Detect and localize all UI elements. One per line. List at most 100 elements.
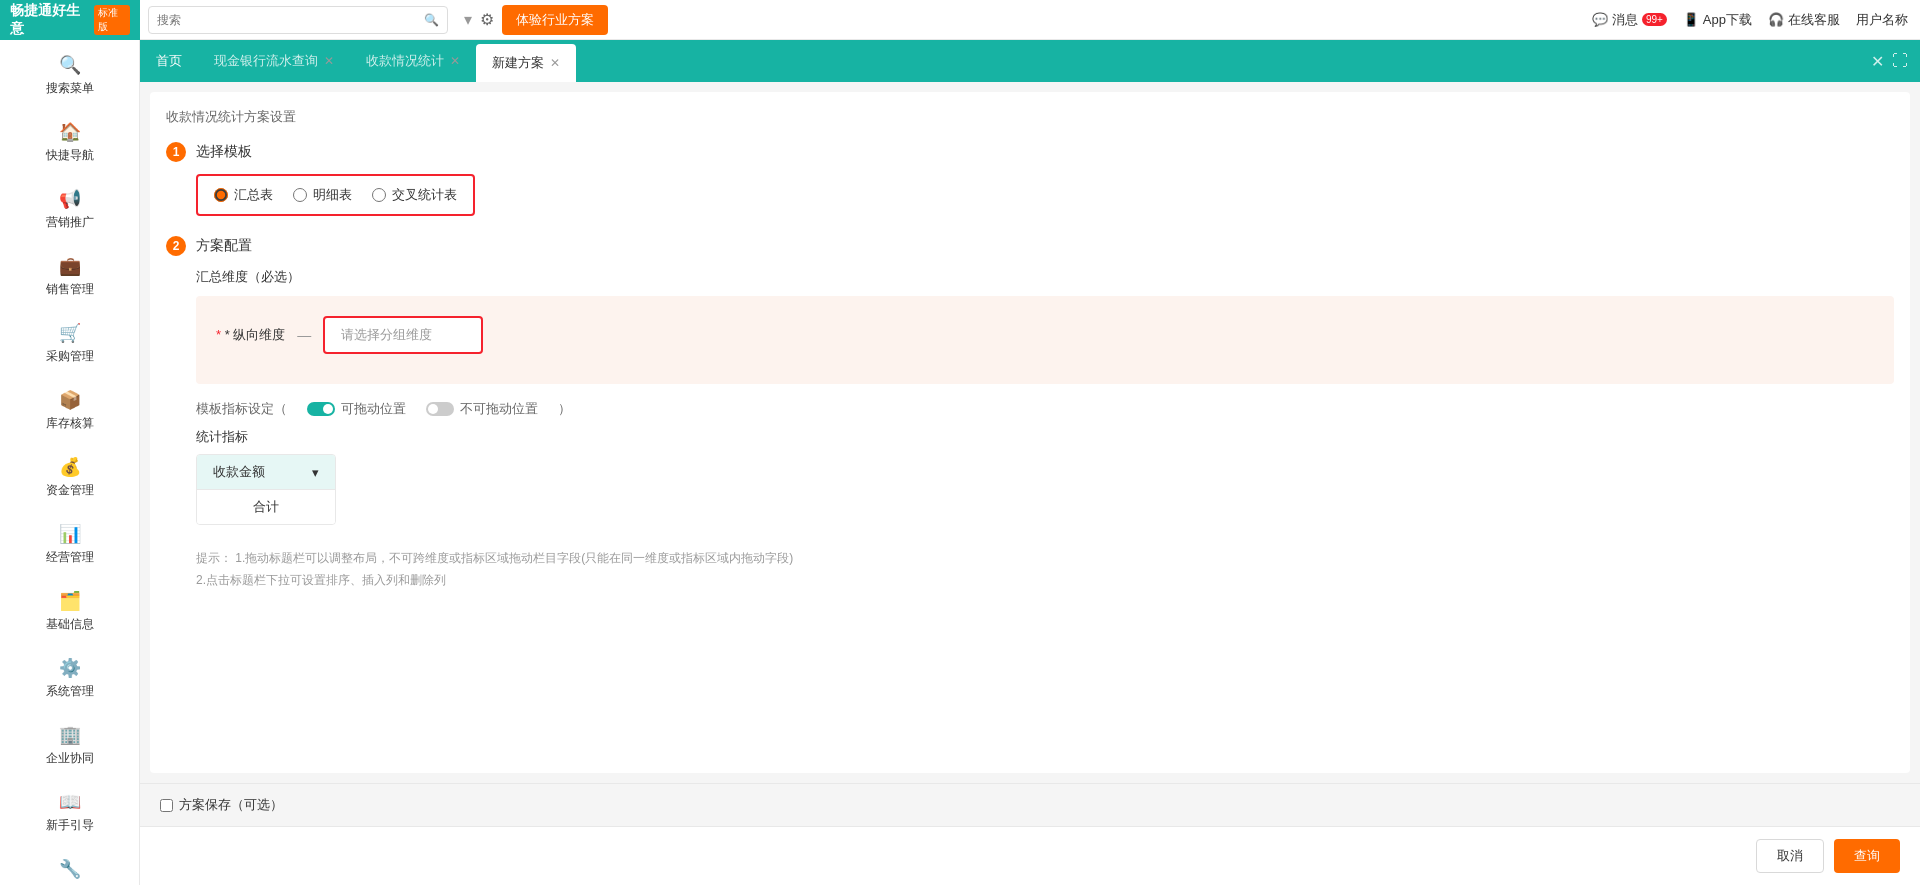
sidebar-item-sales[interactable]: 💼 销售管理 xyxy=(0,241,139,308)
tab-collection-close[interactable]: ✕ xyxy=(450,54,460,68)
radio-detail-label: 明细表 xyxy=(313,186,352,204)
basic-icon: 🗂️ xyxy=(59,590,81,612)
search-icon: 🔍 xyxy=(424,13,439,27)
save-checkbox[interactable] xyxy=(160,799,173,812)
sidebar-item-label: 库存核算 xyxy=(46,415,94,432)
sidebar: 🔍 搜索菜单 🏠 快捷导航 📢 营销推广 💼 销售管理 🛒 采购管理 📦 库存核… xyxy=(0,40,140,885)
radio-summary[interactable]: 汇总表 xyxy=(214,186,273,204)
search-input[interactable] xyxy=(157,13,420,27)
cancel-button[interactable]: 取消 xyxy=(1756,839,1824,873)
radio-detail[interactable]: 明细表 xyxy=(293,186,352,204)
message-icon: 💬 xyxy=(1592,12,1608,27)
logo-text: 畅捷通好生意 xyxy=(10,2,88,38)
message-badge: 99+ xyxy=(1642,13,1667,26)
dimension-row-label: * * 纵向维度 xyxy=(216,326,285,344)
step1-header: 1 选择模板 xyxy=(166,142,1894,162)
step2-section: 2 方案配置 汇总维度（必选） * * 纵向维度 — xyxy=(166,236,1894,591)
sidebar-item-management[interactable]: 📊 经营管理 xyxy=(0,509,139,576)
tab-collection[interactable]: 收款情况统计 ✕ xyxy=(350,40,476,82)
tab-new-plan[interactable]: 新建方案 ✕ xyxy=(476,44,576,82)
tab-home-label: 首页 xyxy=(156,52,182,70)
hint-section: 提示： 1.拖动标题栏可以调整布局，不可跨维度或指标区域拖动栏目字段(只能在同一… xyxy=(196,548,1894,591)
no-drag-tag: 不可拖动位置 xyxy=(426,400,538,418)
dropdown-icon[interactable]: ▾ xyxy=(464,10,472,29)
page-content: 收款情况统计方案设置 1 选择模板 汇总表 xyxy=(140,82,1920,783)
sidebar-item-system[interactable]: ⚙️ 系统管理 xyxy=(0,643,139,710)
metrics-col-label: 收款金额 xyxy=(213,463,265,481)
radio-detail-input[interactable] xyxy=(293,188,307,202)
tab-expand-icon[interactable]: ⛶ xyxy=(1892,52,1908,70)
tab-cashflow-close[interactable]: ✕ xyxy=(324,54,334,68)
gear-icon[interactable]: ⚙ xyxy=(480,10,494,29)
sidebar-item-label: 采购管理 xyxy=(46,348,94,365)
query-button[interactable]: 查询 xyxy=(1834,839,1900,873)
search-menu-icon: 🔍 xyxy=(59,54,81,76)
sidebar-item-hardware[interactable]: 🔧 智能硬件 xyxy=(0,844,139,885)
step1-num: 1 xyxy=(166,142,186,162)
save-label: 方案保存（可选） xyxy=(179,796,283,814)
tab-new-plan-close[interactable]: ✕ xyxy=(550,56,560,70)
hardware-icon: 🔧 xyxy=(59,858,81,880)
page-footer: 方案保存（可选） xyxy=(140,783,1920,826)
sidebar-item-finance[interactable]: 💰 资金管理 xyxy=(0,442,139,509)
sidebar-item-search[interactable]: 🔍 搜索菜单 xyxy=(0,40,139,107)
sidebar-item-label: 销售管理 xyxy=(46,281,94,298)
bottom-action-bar: 取消 查询 xyxy=(140,826,1920,885)
can-drag-tag: 可拖动位置 xyxy=(307,400,406,418)
sidebar-item-marketing[interactable]: 📢 营销推广 xyxy=(0,174,139,241)
required-mark: * xyxy=(216,327,221,342)
sidebar-item-cooperation[interactable]: 🏢 企业协同 xyxy=(0,710,139,777)
download-action[interactable]: 📱 App下载 xyxy=(1683,11,1752,29)
sidebar-item-purchase[interactable]: 🛒 采购管理 xyxy=(0,308,139,375)
sidebar-item-guide[interactable]: 📖 新手引导 xyxy=(0,777,139,844)
sidebar-item-nav[interactable]: 🏠 快捷导航 xyxy=(0,107,139,174)
top-actions: 💬 消息 99+ 📱 App下载 🎧 在线客服 用户名称 xyxy=(1592,11,1908,29)
dimension-area: * * 纵向维度 — 请选择分组维度 xyxy=(196,296,1894,384)
drag-toggle-off xyxy=(426,402,454,416)
metrics-row-label: 合计 xyxy=(253,499,279,514)
sidebar-item-label: 搜索菜单 xyxy=(46,80,94,97)
arrow-icon: — xyxy=(297,327,311,343)
save-checkbox-label[interactable]: 方案保存（可选） xyxy=(160,796,283,814)
finance-icon: 💰 xyxy=(59,456,81,478)
dimension-label-text: * 纵向维度 xyxy=(225,327,286,342)
step1-title: 选择模板 xyxy=(196,143,252,161)
top-bar: 畅捷通好生意 标准版 🔍 ▾ ⚙ 体验行业方案 💬 消息 99+ 📱 App下载… xyxy=(0,0,1920,40)
content-area: 首页 现金银行流水查询 ✕ 收款情况统计 ✕ 新建方案 ✕ ✕ ⛶ xyxy=(140,40,1920,885)
no-drag-label: 不可拖动位置 xyxy=(460,400,538,418)
metrics-section: 模板指标设定（ 可拖动位置 不可拖动位置 ） xyxy=(196,400,1894,528)
message-action[interactable]: 💬 消息 99+ xyxy=(1592,11,1667,29)
step2-body: 汇总维度（必选） * * 纵向维度 — 请选择分组维度 xyxy=(166,268,1894,591)
dimension-row: * * 纵向维度 — 请选择分组维度 xyxy=(216,316,1874,354)
sidebar-item-inventory[interactable]: 📦 库存核算 xyxy=(0,375,139,442)
hint-line1: 提示： 1.拖动标题栏可以调整布局，不可跨维度或指标区域拖动栏目字段(只能在同一… xyxy=(196,548,1894,570)
sidebar-item-basic[interactable]: 🗂️ 基础信息 xyxy=(0,576,139,643)
tab-close-all-icon[interactable]: ✕ xyxy=(1871,52,1884,71)
tab-home[interactable]: 首页 xyxy=(140,40,198,82)
radio-cross[interactable]: 交叉统计表 xyxy=(372,186,457,204)
tab-collection-label: 收款情况统计 xyxy=(366,52,444,70)
username: 用户名称 xyxy=(1856,11,1908,29)
metrics-header-close: ） xyxy=(558,400,571,418)
metrics-title-label: 统计指标 xyxy=(196,428,1894,446)
tab-cashflow-label: 现金银行流水查询 xyxy=(214,52,318,70)
search-box[interactable]: 🔍 xyxy=(148,6,448,34)
radio-summary-input[interactable] xyxy=(214,188,228,202)
drag-toggle-on xyxy=(307,402,335,416)
metrics-col-dropdown[interactable]: ▾ xyxy=(312,465,319,480)
tab-cashflow[interactable]: 现金银行流水查询 ✕ xyxy=(198,40,350,82)
service-action[interactable]: 🎧 在线客服 xyxy=(1768,11,1840,29)
metrics-col-header[interactable]: 收款金额 ▾ xyxy=(197,455,335,490)
sales-icon: 💼 xyxy=(59,255,81,277)
radio-cross-input[interactable] xyxy=(372,188,386,202)
step2-title: 方案配置 xyxy=(196,237,252,255)
tab-bar-right: ✕ ⛶ xyxy=(1859,40,1920,82)
breadcrumb: 收款情况统计方案设置 xyxy=(166,108,1894,126)
dimension-select[interactable]: 请选择分组维度 xyxy=(323,316,483,354)
metrics-row-total: 合计 xyxy=(197,490,335,524)
step2-num: 2 xyxy=(166,236,186,256)
tab-new-plan-label: 新建方案 xyxy=(492,54,544,72)
industry-button[interactable]: 体验行业方案 xyxy=(502,5,608,35)
hint-line2: 2.点击标题栏下拉可设置排序、插入列和删除列 xyxy=(196,570,1894,592)
step2-header: 2 方案配置 xyxy=(166,236,1894,256)
